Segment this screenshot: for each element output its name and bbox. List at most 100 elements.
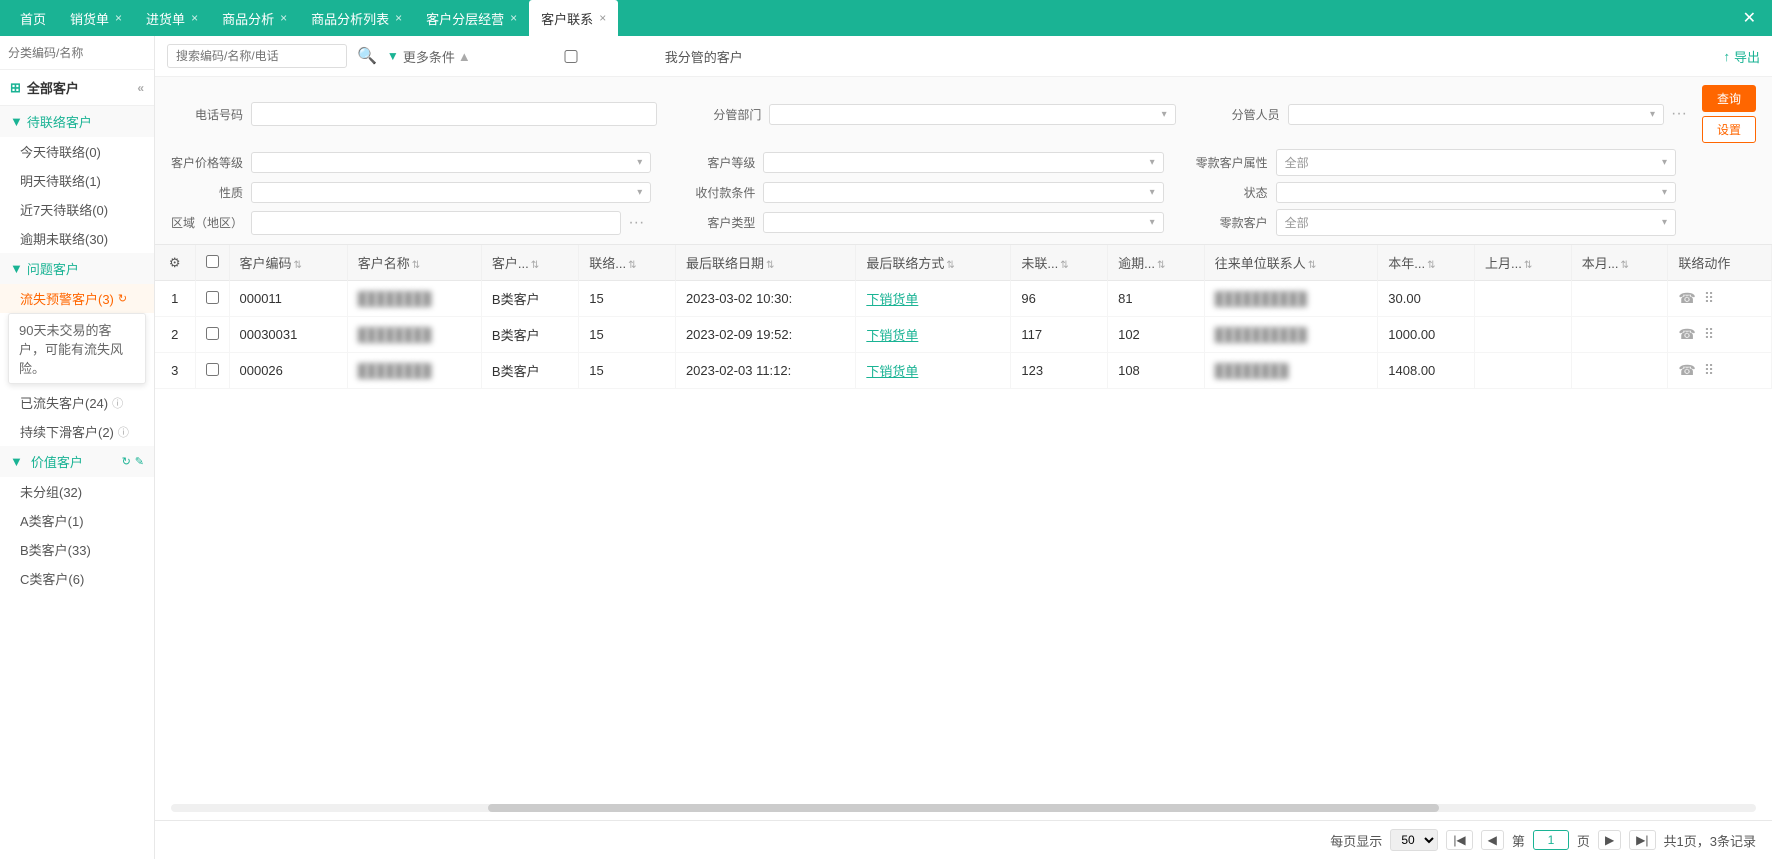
payment-select[interactable]: ▾ <box>763 182 1163 203</box>
row-overdue-2: 102 <box>1108 317 1205 353</box>
tab-sales-order[interactable]: 销货单 × <box>58 0 134 36</box>
scrollbar-thumb[interactable] <box>488 804 1439 812</box>
sidebar-item-7day-contact[interactable]: 近7天待联络(0) <box>0 195 154 224</box>
department-select[interactable]: ▾ <box>769 104 1175 125</box>
more-action-icon-1[interactable]: ⠿ <box>1704 290 1714 307</box>
page-size-select[interactable]: 50 <box>1390 829 1438 851</box>
last-page-btn[interactable]: ▶| <box>1629 830 1655 850</box>
sort-icon-this-month[interactable]: ⇅ <box>1621 260 1629 271</box>
area-more[interactable]: ··· <box>621 214 651 232</box>
more-action-icon-3[interactable]: ⠿ <box>1704 362 1714 379</box>
prev-page-btn[interactable]: ◀ <box>1481 830 1504 850</box>
more-conditions-toggle[interactable]: ▼ 更多条件 ▲ <box>387 47 471 66</box>
contact-icon-2[interactable]: ☎ <box>1678 326 1695 343</box>
sidebar-item-class-b[interactable]: B类客户(33) <box>0 535 154 564</box>
sidebar-item-today-contact[interactable]: 今天待联络(0) <box>0 137 154 166</box>
zero-sales-select[interactable]: 全部 ▾ <box>1276 209 1676 236</box>
select-all-checkbox[interactable] <box>206 255 219 268</box>
query-button[interactable]: 查询 <box>1702 85 1756 112</box>
sort-icon-overdue[interactable]: ⇅ <box>1157 260 1165 271</box>
tab-home[interactable]: 首页 <box>8 0 58 36</box>
row-last-method-3[interactable]: 下销货单 <box>856 353 1011 389</box>
search-input[interactable] <box>167 44 347 68</box>
sidebar-item-ungrouped[interactable]: 未分组(32) <box>0 477 154 506</box>
row-check-2[interactable] <box>195 317 229 353</box>
my-customers-checkbox-container[interactable]: 我分管的客户 <box>481 47 743 66</box>
sort-icon-last-date[interactable]: ⇅ <box>766 260 774 271</box>
area-input[interactable] <box>251 211 621 235</box>
tab-close-customer-contact[interactable]: × <box>599 11 606 25</box>
export-button[interactable]: ↑ 导出 <box>1723 47 1760 66</box>
sidebar-group-pending[interactable]: ▼ 待联络客户 <box>0 106 154 137</box>
status-field: 状态 ▾ <box>1196 182 1676 203</box>
sort-icon-unlisted[interactable]: ⇅ <box>1060 260 1068 271</box>
row-checkbox-3[interactable] <box>206 363 219 376</box>
tab-close-sales-order[interactable]: × <box>115 11 122 25</box>
tab-close-product-analysis[interactable]: × <box>280 11 287 25</box>
row-last-method-2[interactable]: 下销货单 <box>856 317 1011 353</box>
sidebar-group-problem[interactable]: ▼ 问题客户 <box>0 253 154 284</box>
tab-close-purchase-order[interactable]: × <box>191 11 198 25</box>
sidebar-item-tomorrow-contact[interactable]: 明天待联络(1) <box>0 166 154 195</box>
row-unlisted-1: 96 <box>1011 281 1108 317</box>
tab-product-list[interactable]: 商品分析列表 × <box>299 0 414 36</box>
col-settings[interactable]: ⚙ <box>155 245 195 281</box>
more-action-icon-2[interactable]: ⠿ <box>1704 326 1714 343</box>
tab-purchase-order[interactable]: 进货单 × <box>134 0 210 36</box>
phone-input[interactable] <box>251 102 657 126</box>
customer-type-select[interactable]: ▾ <box>763 212 1163 233</box>
sort-icon-contact[interactable]: ⇅ <box>628 260 636 271</box>
sidebar-item-churn-warning[interactable]: 流失预警客户(3) ↻ <box>0 284 154 313</box>
status-arrow: ▾ <box>1662 187 1667 198</box>
row-checkbox-2[interactable] <box>206 327 219 340</box>
sidebar-search-input[interactable] <box>8 46 155 60</box>
col-select-all[interactable] <box>195 245 229 281</box>
contact-icon-1[interactable]: ☎ <box>1678 290 1695 307</box>
my-customers-checkbox[interactable] <box>481 50 661 63</box>
sidebar-item-already-churned[interactable]: 已流失客户(24) ⓘ <box>0 388 154 417</box>
sort-icon-code[interactable]: ⇅ <box>294 260 302 271</box>
sort-icon-type[interactable]: ⇅ <box>531 260 539 271</box>
refresh-value-icon[interactable]: ↻ <box>122 455 131 468</box>
row-actions-3: ☎ ⠿ <box>1668 353 1772 389</box>
first-page-btn[interactable]: |◀ <box>1446 830 1472 850</box>
sort-icon-last-month[interactable]: ⇅ <box>1524 260 1532 271</box>
sidebar-item-class-a[interactable]: A类客户(1) <box>0 506 154 535</box>
sidebar-item-class-c[interactable]: C类客户(6) <box>0 564 154 593</box>
price-level-select[interactable]: ▾ <box>251 152 651 173</box>
row-last-method-1[interactable]: 下销货单 <box>856 281 1011 317</box>
contact-icon-3[interactable]: ☎ <box>1678 362 1695 379</box>
sort-icon-this-year[interactable]: ⇅ <box>1427 260 1435 271</box>
sidebar-item-overdue-contact[interactable]: 逾期未联络(30) <box>0 224 154 253</box>
tab-close-customer-tier[interactable]: × <box>510 11 517 25</box>
sort-icon-name[interactable]: ⇅ <box>412 260 420 271</box>
manager-select[interactable]: ▾ <box>1288 104 1664 125</box>
sidebar-all-customers[interactable]: ⊞ 全部客户 « <box>0 70 154 106</box>
price-level-arrow: ▾ <box>637 157 642 168</box>
manager-more[interactable]: ··· <box>1664 105 1694 123</box>
tab-customer-tier[interactable]: 客户分层经营 × <box>414 0 529 36</box>
tab-customer-contact[interactable]: 客户联系 × <box>529 0 618 36</box>
setting-button[interactable]: 设置 <box>1702 116 1756 143</box>
sort-icon-last-method[interactable]: ⇅ <box>946 260 954 271</box>
sidebar-item-declining[interactable]: 持续下滑客户(2) ⓘ <box>0 417 154 446</box>
row-checkbox-1[interactable] <box>206 291 219 304</box>
page-num-input[interactable] <box>1533 830 1569 850</box>
zero-sales-attr-select[interactable]: 全部 ▾ <box>1276 149 1676 176</box>
row-contact-2: 15 <box>579 317 676 353</box>
window-close-btn[interactable]: ✕ <box>1735 8 1764 28</box>
sidebar-group-value[interactable]: ▼ 价值客户 ↻ ✎ <box>0 446 154 477</box>
row-check-3[interactable] <box>195 353 229 389</box>
gender-select[interactable]: ▾ <box>251 182 651 203</box>
customer-level-select[interactable]: ▾ <box>763 152 1163 173</box>
edit-value-icon[interactable]: ✎ <box>135 455 144 468</box>
sort-icon-liaison[interactable]: ⇅ <box>1308 260 1316 271</box>
search-button[interactable]: 🔍 <box>357 46 377 66</box>
tab-close-product-list[interactable]: × <box>395 11 402 25</box>
status-select[interactable]: ▾ <box>1276 182 1676 203</box>
horizontal-scrollbar[interactable] <box>171 804 1756 812</box>
next-page-btn[interactable]: ▶ <box>1598 830 1621 850</box>
tab-product-analysis[interactable]: 商品分析 × <box>210 0 299 36</box>
phone-field: 电话号码 <box>171 102 657 126</box>
row-check-1[interactable] <box>195 281 229 317</box>
